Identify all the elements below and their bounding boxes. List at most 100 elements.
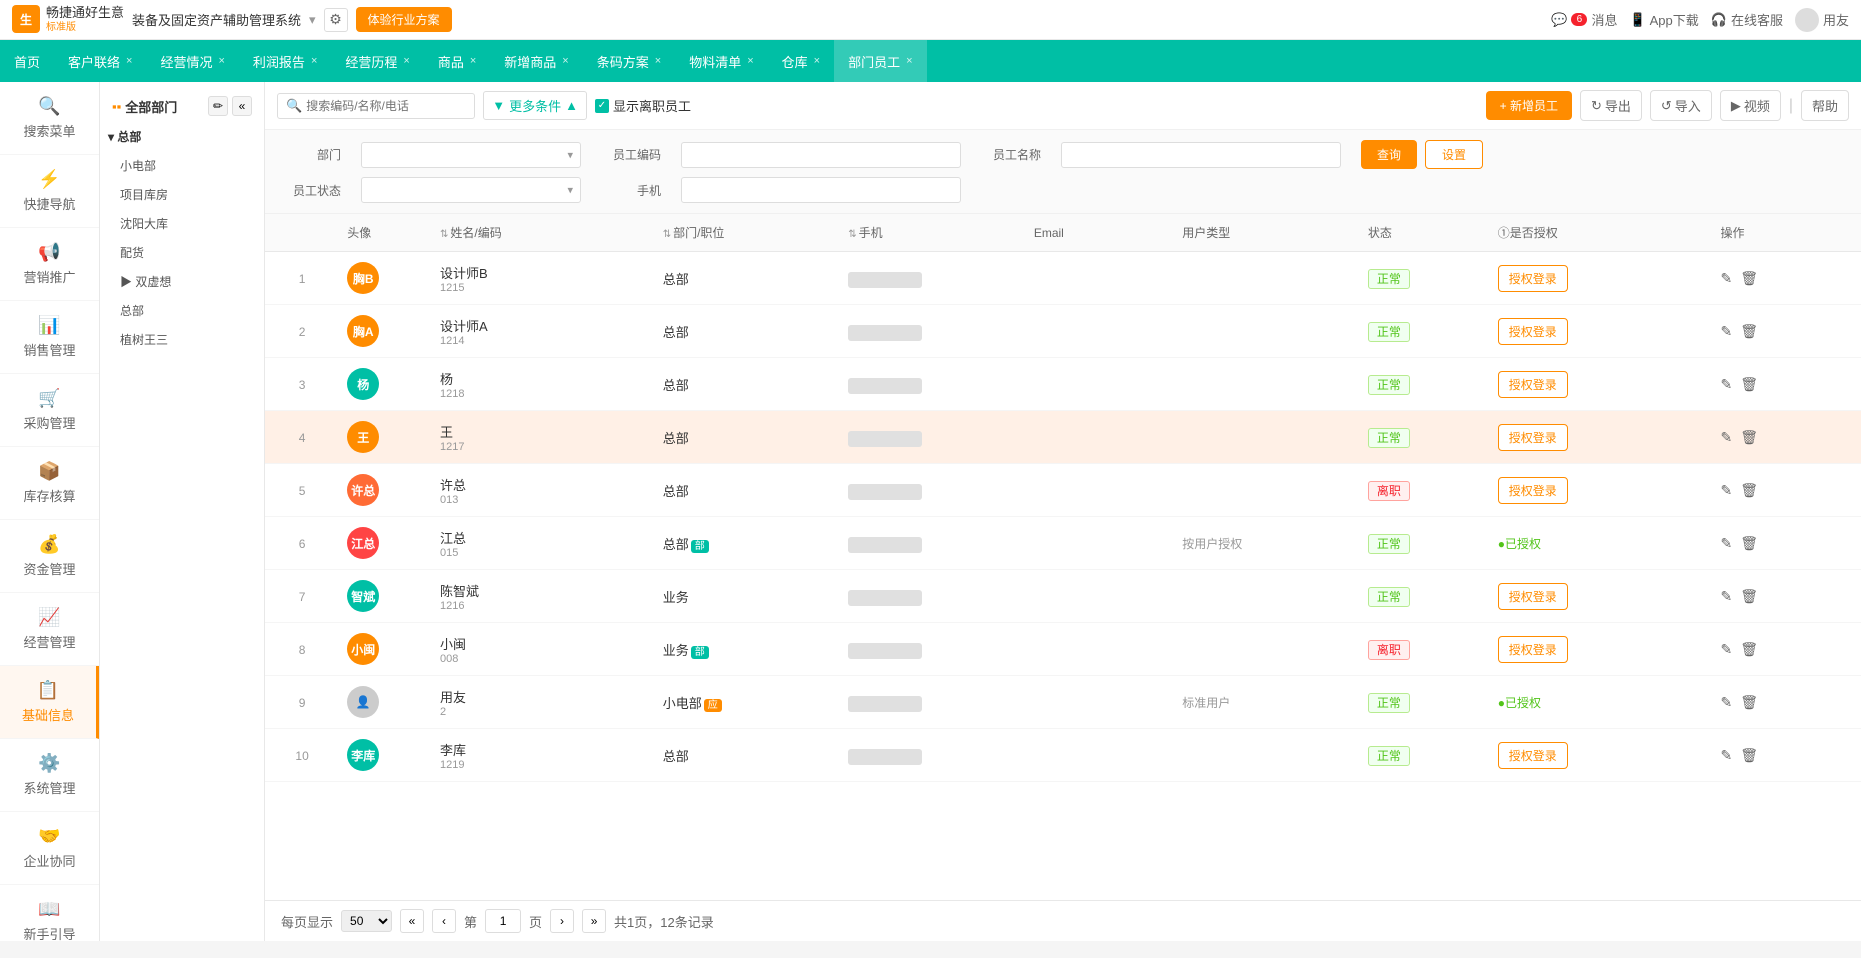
row-auth[interactable]: 授权登录 bbox=[1490, 464, 1713, 517]
nav-tab[interactable]: 经营情况× bbox=[146, 40, 238, 82]
nav-tab[interactable]: 物料清单× bbox=[675, 40, 767, 82]
nav-tab[interactable]: 部门员工× bbox=[834, 40, 926, 82]
nav-tab[interactable]: 客户联络× bbox=[54, 40, 146, 82]
per-page-select[interactable]: 50 100 bbox=[341, 910, 392, 932]
auth-btn[interactable]: 授权登录 bbox=[1498, 371, 1568, 398]
delete-btn[interactable]: 🗑 bbox=[1740, 323, 1758, 340]
auth-btn[interactable]: 授权登录 bbox=[1498, 424, 1568, 451]
left-nav-item[interactable]: 📈经营管理 bbox=[0, 593, 99, 666]
row-auth[interactable]: 授权登录 bbox=[1490, 358, 1713, 411]
nav-tab[interactable]: 首页 bbox=[0, 40, 54, 82]
left-nav-item[interactable]: 📦库存核算 bbox=[0, 447, 99, 520]
app-download-area[interactable]: 📱 App下载 bbox=[1629, 10, 1698, 29]
emp-code-input[interactable] bbox=[681, 142, 961, 168]
dept-select[interactable] bbox=[361, 142, 581, 168]
left-nav-item[interactable]: 📋基础信息 bbox=[0, 666, 99, 739]
auth-btn[interactable]: 授权登录 bbox=[1498, 477, 1568, 504]
auth-btn[interactable]: 授权登录 bbox=[1498, 265, 1568, 292]
nav-tab-close[interactable]: × bbox=[906, 55, 912, 67]
nav-tab-close[interactable]: × bbox=[655, 55, 661, 67]
edit-btn[interactable]: ✎ bbox=[1720, 535, 1732, 552]
search-input[interactable] bbox=[306, 99, 466, 113]
left-nav-item[interactable]: 📖新手引导 bbox=[0, 885, 99, 958]
nav-tab[interactable]: 利润报告× bbox=[239, 40, 331, 82]
emp-name-input[interactable] bbox=[1061, 142, 1341, 168]
delete-btn[interactable]: 🗑 bbox=[1740, 429, 1758, 446]
dept-tree-item[interactable]: 配货 bbox=[100, 238, 264, 267]
auth-btn[interactable]: 授权登录 bbox=[1498, 636, 1568, 663]
export-btn[interactable]: ↻ 导出 bbox=[1580, 90, 1642, 121]
delete-btn[interactable]: 🗑 bbox=[1740, 694, 1758, 711]
edit-btn[interactable]: ✎ bbox=[1720, 482, 1732, 499]
delete-btn[interactable]: 🗑 bbox=[1740, 535, 1758, 552]
left-nav-item[interactable]: 🤝企业协同 bbox=[0, 812, 99, 885]
row-auth[interactable]: 授权登录 bbox=[1490, 729, 1713, 782]
left-nav-item[interactable]: ⚙️系统管理 bbox=[0, 739, 99, 812]
edit-btn[interactable]: ✎ bbox=[1720, 747, 1732, 764]
online-service-area[interactable]: 🎧 在线客服 bbox=[1711, 10, 1783, 29]
delete-btn[interactable]: 🗑 bbox=[1740, 588, 1758, 605]
left-nav-item[interactable]: 📊销售管理 bbox=[0, 301, 99, 374]
query-btn[interactable]: 查询 bbox=[1361, 140, 1417, 169]
row-auth[interactable]: 授权登录 bbox=[1490, 570, 1713, 623]
edit-btn[interactable]: ✎ bbox=[1720, 376, 1732, 393]
nav-tab-close[interactable]: × bbox=[470, 55, 476, 67]
nav-tab-close[interactable]: × bbox=[311, 55, 317, 67]
dept-tree-item[interactable]: 项目库房 bbox=[100, 180, 264, 209]
nav-tab-close[interactable]: × bbox=[126, 55, 132, 67]
dept-tree-item[interactable]: 总部 bbox=[100, 296, 264, 325]
left-nav-item[interactable]: 🛒采购管理 bbox=[0, 374, 99, 447]
delete-btn[interactable]: 🗑 bbox=[1740, 747, 1758, 764]
row-auth[interactable]: 授权登录 bbox=[1490, 305, 1713, 358]
auth-btn[interactable]: 授权登录 bbox=[1498, 742, 1568, 769]
search-box[interactable]: 🔍 bbox=[277, 93, 475, 119]
nav-tab[interactable]: 仓库× bbox=[768, 40, 834, 82]
delete-btn[interactable]: 🗑 bbox=[1740, 641, 1758, 658]
row-auth[interactable]: 授权登录 bbox=[1490, 252, 1713, 305]
dept-tree-item[interactable]: 小电部 bbox=[100, 151, 264, 180]
phone-input[interactable] bbox=[681, 177, 961, 203]
dept-tree-item[interactable]: 沈阳大库 bbox=[100, 209, 264, 238]
add-employee-btn[interactable]: + 新增员工 bbox=[1486, 91, 1572, 120]
next-page-btn[interactable]: › bbox=[550, 909, 574, 933]
edit-btn[interactable]: ✎ bbox=[1720, 588, 1732, 605]
nav-tab-close[interactable]: × bbox=[747, 55, 753, 67]
nav-tab[interactable]: 经营历程× bbox=[331, 40, 423, 82]
dept-edit-btn[interactable]: ✏ bbox=[208, 96, 228, 116]
first-page-btn[interactable]: « bbox=[400, 909, 424, 933]
auth-btn[interactable]: 授权登录 bbox=[1498, 318, 1568, 345]
edit-btn[interactable]: ✎ bbox=[1720, 323, 1732, 340]
edit-btn[interactable]: ✎ bbox=[1720, 429, 1732, 446]
dept-tree-item[interactable]: ▾ 总部 bbox=[100, 122, 264, 151]
nav-tab[interactable]: 条码方案× bbox=[583, 40, 675, 82]
auth-btn[interactable]: 授权登录 bbox=[1498, 583, 1568, 610]
help-btn[interactable]: 帮助 bbox=[1801, 90, 1849, 121]
delete-btn[interactable]: 🗑 bbox=[1740, 482, 1758, 499]
row-auth[interactable]: 授权登录 bbox=[1490, 623, 1713, 676]
import-btn[interactable]: ↺ 导入 bbox=[1650, 90, 1712, 121]
edit-btn[interactable]: ✎ bbox=[1720, 641, 1732, 658]
set-btn[interactable]: 设置 bbox=[1425, 140, 1483, 169]
nav-tab-close[interactable]: × bbox=[814, 55, 820, 67]
nav-tab[interactable]: 商品× bbox=[424, 40, 490, 82]
left-nav-item[interactable]: 🔍搜索菜单 bbox=[0, 82, 99, 155]
delete-btn[interactable]: 🗑 bbox=[1740, 270, 1758, 287]
dept-tree-item[interactable]: 植树王三 bbox=[100, 325, 264, 354]
prev-page-btn[interactable]: ‹ bbox=[432, 909, 456, 933]
user-area[interactable]: 用友 bbox=[1795, 8, 1849, 32]
row-auth[interactable]: 授权登录 bbox=[1490, 411, 1713, 464]
last-page-btn[interactable]: » bbox=[582, 909, 606, 933]
edit-btn[interactable]: ✎ bbox=[1720, 694, 1732, 711]
dropdown-icon[interactable]: ▾ bbox=[309, 12, 316, 28]
dept-tree-item[interactable]: ▶ 双虚想 bbox=[100, 267, 264, 296]
left-nav-item[interactable]: 💰资金管理 bbox=[0, 520, 99, 593]
left-nav-item[interactable]: ⚡快捷导航 bbox=[0, 155, 99, 228]
show-resigned-toggle[interactable]: ✓ 显示离职员工 bbox=[595, 96, 691, 115]
page-input[interactable] bbox=[485, 909, 521, 933]
message-icon-area[interactable]: 💬 6 消息 bbox=[1551, 10, 1617, 29]
more-filter-btn[interactable]: ▼ 更多条件 ▲ bbox=[483, 91, 587, 120]
trial-button[interactable]: 体验行业方案 bbox=[356, 7, 452, 32]
settings-icon[interactable]: ⚙ bbox=[324, 8, 348, 32]
edit-btn[interactable]: ✎ bbox=[1720, 270, 1732, 287]
nav-tab-close[interactable]: × bbox=[403, 55, 409, 67]
